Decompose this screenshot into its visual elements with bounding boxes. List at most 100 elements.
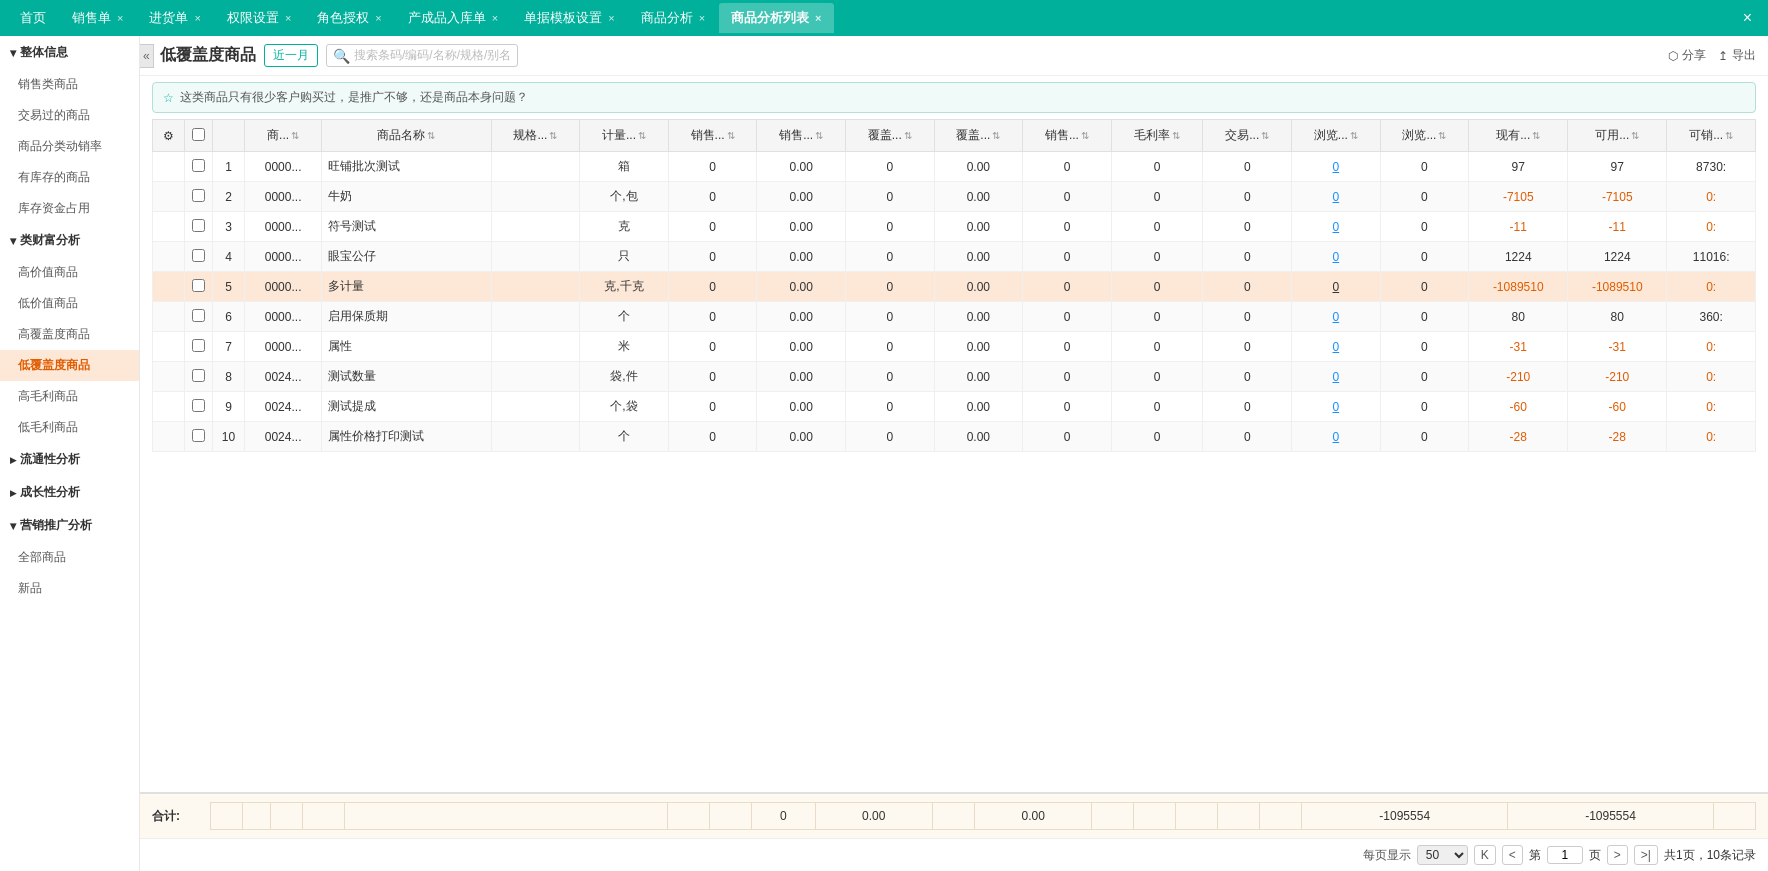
row-checkbox[interactable] — [185, 392, 213, 422]
col-sales-qty-header[interactable]: 销售...⇅ — [668, 120, 757, 152]
next-page-btn[interactable]: > — [1607, 845, 1628, 865]
sidebar-item-new-goods[interactable]: 新品 — [0, 573, 139, 604]
col-unit-header[interactable]: 计量...⇅ — [580, 120, 669, 152]
select-all-checkbox[interactable] — [192, 128, 205, 141]
row-checkbox[interactable] — [185, 302, 213, 332]
row-checkbox[interactable] — [185, 332, 213, 362]
col-sales-amt-header[interactable]: 销售...⇅ — [757, 120, 846, 152]
row-name[interactable]: 测试提成 — [322, 392, 491, 422]
col-margin-header[interactable]: 毛利率⇅ — [1111, 120, 1203, 152]
col-available-header[interactable]: 可用...⇅ — [1568, 120, 1667, 152]
row-checkbox[interactable] — [185, 152, 213, 182]
share-icon: ⬡ — [1668, 49, 1678, 63]
sidebar-item-all-goods[interactable]: 全部商品 — [0, 542, 139, 573]
sidebar-item-low-coverage[interactable]: 低覆盖度商品 — [0, 350, 139, 381]
close-sales-tab[interactable]: × — [117, 12, 123, 24]
prev-page-btn[interactable]: < — [1502, 845, 1523, 865]
row-checkbox[interactable] — [185, 182, 213, 212]
close-purchase-tab[interactable]: × — [194, 12, 200, 24]
row-browse1[interactable]: 0 — [1292, 242, 1381, 272]
sidebar-item-low-value[interactable]: 低价值商品 — [0, 288, 139, 319]
row-name[interactable]: 属性 — [322, 332, 491, 362]
tab-home[interactable]: 首页 — [8, 3, 58, 33]
row-checkbox[interactable] — [185, 362, 213, 392]
sidebar-item-high-value[interactable]: 高价值商品 — [0, 257, 139, 288]
row-name[interactable]: 旺铺批次测试 — [322, 152, 491, 182]
row-browse1[interactable]: 0 — [1292, 392, 1381, 422]
share-button[interactable]: ⬡ 分享 — [1668, 47, 1706, 64]
close-permissions-tab[interactable]: × — [285, 12, 291, 24]
close-templates-tab[interactable]: × — [608, 12, 614, 24]
row-trade: 0 — [1203, 332, 1292, 362]
sidebar-section-overview[interactable]: ▾ 整体信息 — [0, 36, 139, 69]
col-code-header[interactable]: 商...⇅ — [245, 120, 322, 152]
row-name[interactable]: 眼宝公仔 — [322, 242, 491, 272]
sidebar-item-high-margin[interactable]: 高毛利商品 — [0, 381, 139, 412]
sidebar-section-liquidity[interactable]: ▸ 流通性分析 — [0, 443, 139, 476]
last-page-btn[interactable]: >| — [1634, 845, 1658, 865]
row-name[interactable]: 多计量 — [322, 272, 491, 302]
col-browse1-header[interactable]: 浏览...⇅ — [1292, 120, 1381, 152]
close-roles-tab[interactable]: × — [375, 12, 381, 24]
sidebar-section-growth[interactable]: ▸ 成长性分析 — [0, 476, 139, 509]
col-sellable-header[interactable]: 可销...⇅ — [1667, 120, 1756, 152]
export-button[interactable]: ↥ 导出 — [1718, 47, 1756, 64]
sidebar-item-has-stock[interactable]: 有库存的商品 — [0, 162, 139, 193]
tab-production[interactable]: 产成品入库单 × — [396, 3, 510, 33]
tab-sales[interactable]: 销售单 × — [60, 3, 135, 33]
search-box[interactable]: 🔍 搜索条码/编码/名称/规格/别名 — [326, 44, 518, 67]
col-name-header[interactable]: 商品名称⇅ — [322, 120, 491, 152]
row-checkbox[interactable] — [185, 422, 213, 452]
tab-roles[interactable]: 角色授权 × — [305, 3, 393, 33]
settings-icon[interactable]: ⚙ — [163, 129, 174, 143]
col-cov1-header[interactable]: 覆盖...⇅ — [845, 120, 934, 152]
sidebar-collapse-btn[interactable]: « — [140, 44, 154, 68]
row-browse1[interactable]: 0 — [1292, 422, 1381, 452]
tab-purchase[interactable]: 进货单 × — [137, 3, 212, 33]
sidebar-item-traded[interactable]: 交易过的商品 — [0, 100, 139, 131]
row-browse1[interactable]: 0 — [1292, 272, 1381, 302]
close-production-tab[interactable]: × — [492, 12, 498, 24]
sidebar-item-sales-rank[interactable]: 销售类商品 — [0, 69, 139, 100]
sidebar-item-sales-trend[interactable]: 商品分类动销率 — [0, 131, 139, 162]
col-sales3-header[interactable]: 销售...⇅ — [1023, 120, 1112, 152]
close-all-tabs[interactable]: × — [1735, 5, 1760, 31]
row-browse1[interactable]: 0 — [1292, 152, 1381, 182]
row-browse1[interactable]: 0 — [1292, 332, 1381, 362]
tab-templates[interactable]: 单据模板设置 × — [512, 3, 626, 33]
sidebar-section-marketing[interactable]: ▾ 营销推广分析 — [0, 509, 139, 542]
col-cov2-header[interactable]: 覆盖...⇅ — [934, 120, 1023, 152]
row-name[interactable]: 符号测试 — [322, 212, 491, 242]
date-filter-button[interactable]: 近一月 — [264, 44, 318, 67]
sidebar-section-value[interactable]: ▾ 类财富分析 — [0, 224, 139, 257]
row-browse1[interactable]: 0 — [1292, 212, 1381, 242]
row-name[interactable]: 牛奶 — [322, 182, 491, 212]
row-checkbox[interactable] — [185, 242, 213, 272]
row-checkbox[interactable] — [185, 272, 213, 302]
row-browse1[interactable]: 0 — [1292, 362, 1381, 392]
sidebar-item-inventory-ratio[interactable]: 库存资金占用 — [0, 193, 139, 224]
tab-analysis[interactable]: 商品分析 × — [629, 3, 717, 33]
page-size-select[interactable]: 50 20 100 — [1417, 845, 1468, 865]
close-analysis-tab[interactable]: × — [699, 12, 705, 24]
sidebar-item-low-margin[interactable]: 低毛利商品 — [0, 412, 139, 443]
col-current-header[interactable]: 现有...⇅ — [1469, 120, 1568, 152]
sidebar-item-high-coverage[interactable]: 高覆盖度商品 — [0, 319, 139, 350]
col-checkbox-header[interactable] — [185, 120, 213, 152]
row-browse1[interactable]: 0 — [1292, 182, 1381, 212]
col-trade-header[interactable]: 交易...⇅ — [1203, 120, 1292, 152]
col-browse2-header[interactable]: 浏览...⇅ — [1380, 120, 1469, 152]
table-container[interactable]: ⚙ 商...⇅ 商品名称⇅ 规格...⇅ 计量...⇅ 销售...⇅ 销售.. — [152, 119, 1756, 792]
row-name[interactable]: 测试数量 — [322, 362, 491, 392]
row-checkbox[interactable] — [185, 212, 213, 242]
first-page-btn[interactable]: K — [1474, 845, 1496, 865]
page-number-input[interactable] — [1547, 846, 1583, 864]
tab-permissions[interactable]: 权限设置 × — [215, 3, 303, 33]
row-name[interactable]: 属性价格打印测试 — [322, 422, 491, 452]
col-spec-header[interactable]: 规格...⇅ — [491, 120, 580, 152]
row-name[interactable]: 启用保质期 — [322, 302, 491, 332]
col-settings[interactable]: ⚙ — [153, 120, 185, 152]
tab-analysis-list[interactable]: 商品分析列表 × — [719, 3, 833, 33]
close-analysis-list-tab[interactable]: × — [815, 12, 821, 24]
row-browse1[interactable]: 0 — [1292, 302, 1381, 332]
